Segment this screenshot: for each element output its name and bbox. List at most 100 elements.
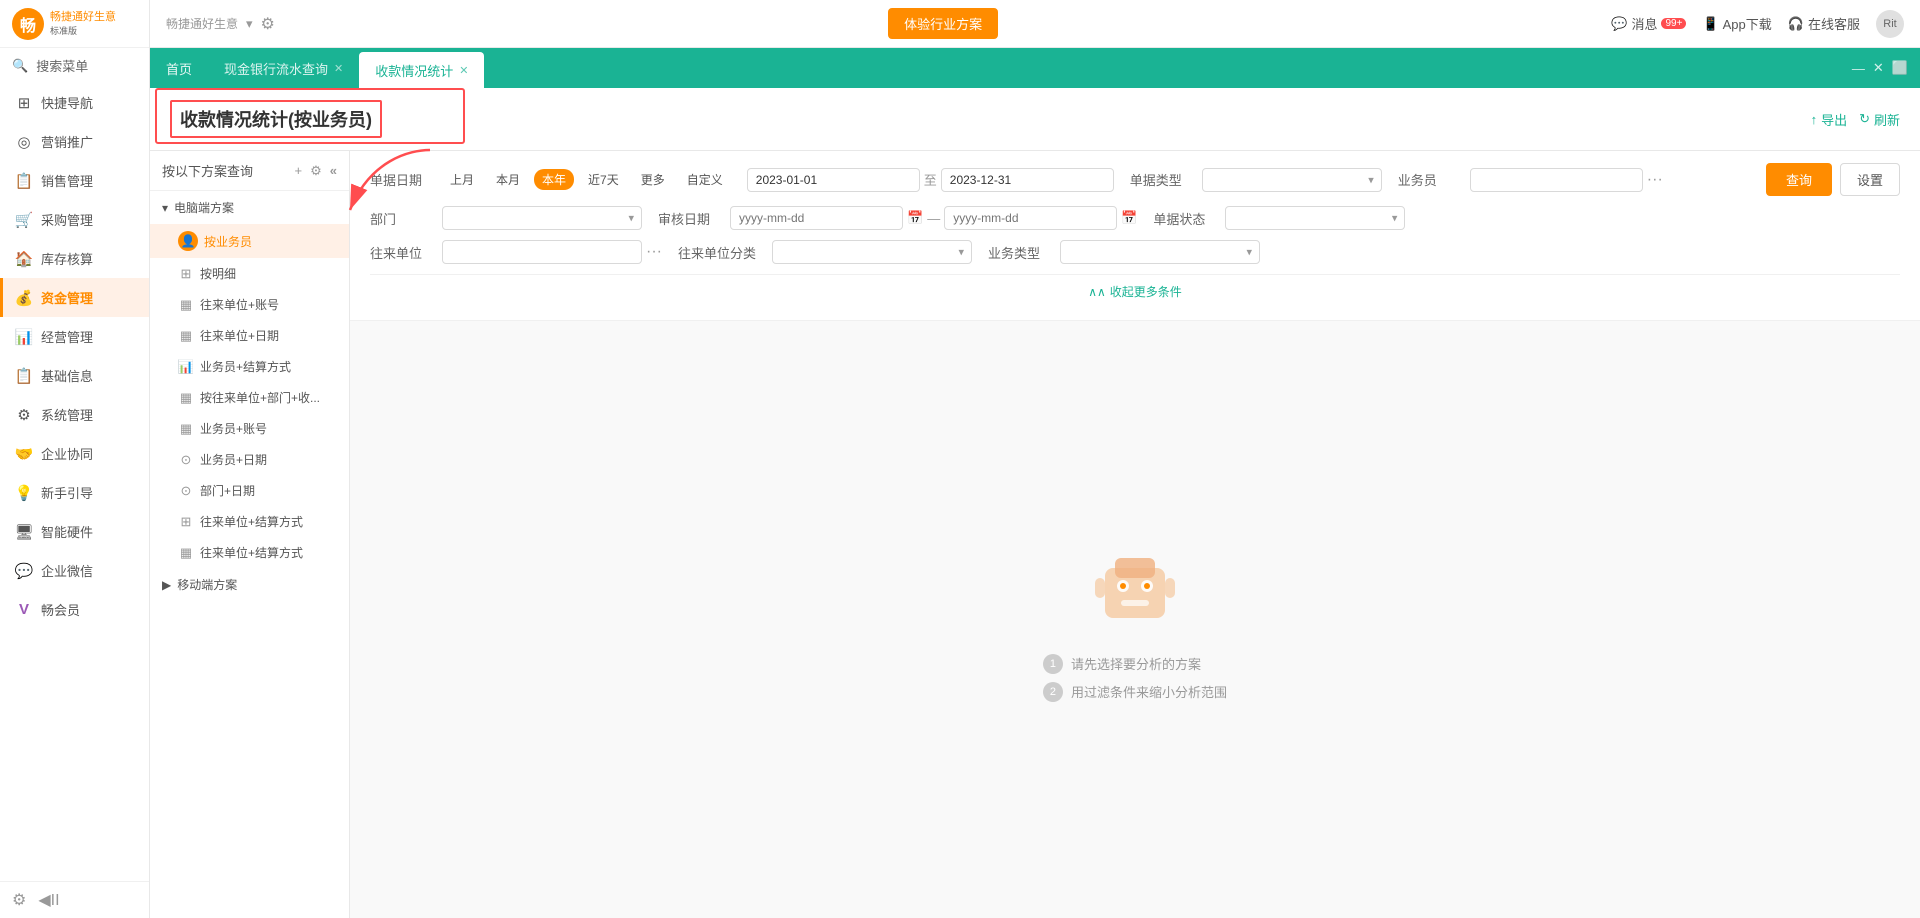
footer-collapse-icon[interactable]: ◀II	[38, 890, 59, 910]
sidebar-item-marketing[interactable]: ◎ 营销推广	[0, 122, 149, 161]
salesperson-label: 业务员	[1398, 170, 1454, 189]
doc-type-select-wrap[interactable]	[1202, 168, 1382, 192]
scheme-item-dept-date[interactable]: ⊙ 部门+日期	[150, 475, 349, 506]
sidebar-item-business[interactable]: 📊 经营管理	[0, 317, 149, 356]
topbar: 畅捷通好生意 ▾ ⚙ 体验行业方案 💬 消息 99+ 📱 App下载 🎧 在线客…	[150, 0, 1920, 48]
salesperson-input[interactable]	[1470, 168, 1643, 192]
tab-collections[interactable]: 收款情况统计 ✕	[359, 52, 484, 88]
sidebar-item-inventory[interactable]: 🏠 库存核算	[0, 239, 149, 278]
business-type-select[interactable]	[1060, 240, 1260, 264]
doc-type-select[interactable]	[1202, 168, 1382, 192]
page-title: 收款情况统计(按业务员)	[170, 100, 382, 138]
sidebar-item-purchase[interactable]: 🛒 采购管理	[0, 200, 149, 239]
review-date-calendar-icon[interactable]: 📅	[907, 210, 923, 226]
setting-button[interactable]: 设置	[1840, 163, 1900, 196]
shortcut-7days[interactable]: 近7天	[580, 169, 627, 190]
scheme-group-mobile-title[interactable]: ▶ 移动端方案	[150, 568, 349, 601]
sidebar-item-system[interactable]: ⚙ 系统管理	[0, 395, 149, 434]
tab-cashflow-close-icon[interactable]: ✕	[334, 62, 343, 75]
shortcut-last-month[interactable]: 上月	[442, 169, 482, 190]
counterpart-dots[interactable]: ···	[646, 243, 662, 261]
content-area: 收款情况统计(按业务员) ↑ 导出 ↻ 刷新 按以下方案查询 +	[150, 88, 1920, 918]
app-download-item[interactable]: 📱 App下载	[1702, 14, 1771, 33]
scheme-item-label: 按明细	[200, 265, 236, 282]
scheme-item-unit-account[interactable]: ▦ 往来单位+账号	[150, 289, 349, 320]
shortcut-custom[interactable]: 自定义	[679, 169, 731, 190]
salesperson-dots[interactable]: ···	[1647, 171, 1663, 189]
dept-date-icon: ⊙	[178, 483, 194, 499]
scheme-group-desktop-title[interactable]: ▾ 电脑端方案	[150, 191, 349, 224]
detail-icon: ⊞	[178, 266, 194, 282]
hint-num-1: 1	[1043, 654, 1063, 674]
review-date-inputs: 📅 — 📅	[730, 206, 1137, 230]
scheme-item-salesperson[interactable]: 👤 按业务员	[150, 224, 349, 258]
messages-item[interactable]: 💬 消息 99+	[1611, 14, 1686, 33]
sidebar-item-quick-nav[interactable]: ⊞ 快捷导航	[0, 83, 149, 122]
doc-status-select-wrap[interactable]	[1225, 206, 1405, 230]
dept-select-wrap[interactable]	[442, 206, 642, 230]
minimize-icon[interactable]: —	[1852, 61, 1865, 76]
review-date-label: 审核日期	[658, 209, 714, 228]
dept-select[interactable]	[442, 206, 642, 230]
sidebar-item-label: 企业微信	[41, 561, 93, 580]
sidebar-footer: ⚙ ◀II	[0, 881, 149, 918]
tab-collections-close-icon[interactable]: ✕	[459, 64, 468, 77]
close-window-icon[interactable]: ✕	[1873, 60, 1884, 76]
sidebar-item-guide[interactable]: 💡 新手引导	[0, 473, 149, 512]
counterpart-category-select[interactable]	[772, 240, 972, 264]
query-button[interactable]: 查询	[1766, 163, 1832, 196]
shortcut-this-month[interactable]: 本月	[488, 169, 528, 190]
review-date-start[interactable]	[730, 206, 903, 230]
shortcut-more[interactable]: 更多	[633, 169, 673, 190]
logo-text: 畅捷通好生意	[50, 10, 116, 24]
date-end-input[interactable]	[941, 168, 1114, 192]
scheme-item-unit-date[interactable]: ▦ 往来单位+日期	[150, 320, 349, 351]
topbar-settings-icon[interactable]: ⚙	[261, 14, 275, 34]
maximize-icon[interactable]: ⬜	[1892, 60, 1908, 76]
add-scheme-icon[interactable]: +	[295, 163, 303, 179]
scheme-settings-icon[interactable]: ⚙	[310, 163, 322, 179]
online-service-item[interactable]: 🎧 在线客服	[1788, 14, 1860, 33]
footer-settings-icon[interactable]: ⚙	[12, 890, 26, 910]
collapse-panel-icon[interactable]: «	[330, 163, 337, 179]
refresh-label: 刷新	[1874, 110, 1900, 129]
doc-status-select[interactable]	[1225, 206, 1405, 230]
search-menu[interactable]: 🔍 搜索菜单	[0, 48, 149, 83]
tab-home[interactable]: 首页	[150, 48, 208, 88]
tab-cashflow[interactable]: 现金银行流水查询 ✕	[208, 48, 359, 88]
quick-nav-icon: ⊞	[15, 94, 33, 112]
topbar-dropdown-icon[interactable]: ▾	[246, 16, 253, 32]
scheme-item-unit-settle1[interactable]: ⊞ 往来单位+结算方式	[150, 506, 349, 537]
sidebar-item-finance[interactable]: 💰 资金管理	[0, 278, 149, 317]
scheme-item-sales-account[interactable]: ▦ 业务员+账号	[150, 413, 349, 444]
review-date-calendar-icon2[interactable]: 📅	[1121, 210, 1137, 226]
sidebar-item-hardware[interactable]: 🖥 智能硬件	[0, 512, 149, 551]
sidebar-item-base[interactable]: 📋 基础信息	[0, 356, 149, 395]
scheme-item-label: 往来单位+结算方式	[200, 513, 303, 530]
scheme-item-unit-settle2[interactable]: ▦ 往来单位+结算方式	[150, 537, 349, 568]
trial-button[interactable]: 体验行业方案	[888, 8, 998, 39]
group-label: 移动端方案	[177, 576, 237, 593]
sidebar-item-member[interactable]: V 畅会员	[0, 590, 149, 629]
logo-badge: 标准版	[50, 24, 116, 37]
scheme-item-sales-date[interactable]: ⊙ 业务员+日期	[150, 444, 349, 475]
shortcut-this-year[interactable]: 本年	[534, 169, 574, 190]
business-type-wrap[interactable]	[1060, 240, 1260, 264]
date-start-input[interactable]	[747, 168, 920, 192]
export-label: 导出	[1821, 110, 1847, 129]
page-actions: ↑ 导出 ↻ 刷新	[1811, 110, 1900, 129]
scheme-item-detail[interactable]: ⊞ 按明细	[150, 258, 349, 289]
export-button[interactable]: ↑ 导出	[1811, 110, 1848, 129]
user-avatar[interactable]: Rit	[1876, 10, 1904, 38]
sidebar-item-sales[interactable]: 📋 销售管理	[0, 161, 149, 200]
counterpart-category-wrap[interactable]	[772, 240, 972, 264]
scheme-item-unit-dept[interactable]: ▦ 按往来单位+部门+收...	[150, 382, 349, 413]
collapse-bar[interactable]: ∧∧ 收起更多条件	[370, 274, 1900, 308]
scheme-item-sales-settle[interactable]: 📊 业务员+结算方式	[150, 351, 349, 382]
counterpart-input[interactable]	[442, 240, 642, 264]
sidebar-item-label: 智能硬件	[41, 522, 93, 541]
sidebar-item-corp[interactable]: 🤝 企业协同	[0, 434, 149, 473]
sidebar-item-wechat[interactable]: 💬 企业微信	[0, 551, 149, 590]
refresh-button[interactable]: ↻ 刷新	[1859, 110, 1900, 129]
review-date-end[interactable]	[944, 206, 1117, 230]
